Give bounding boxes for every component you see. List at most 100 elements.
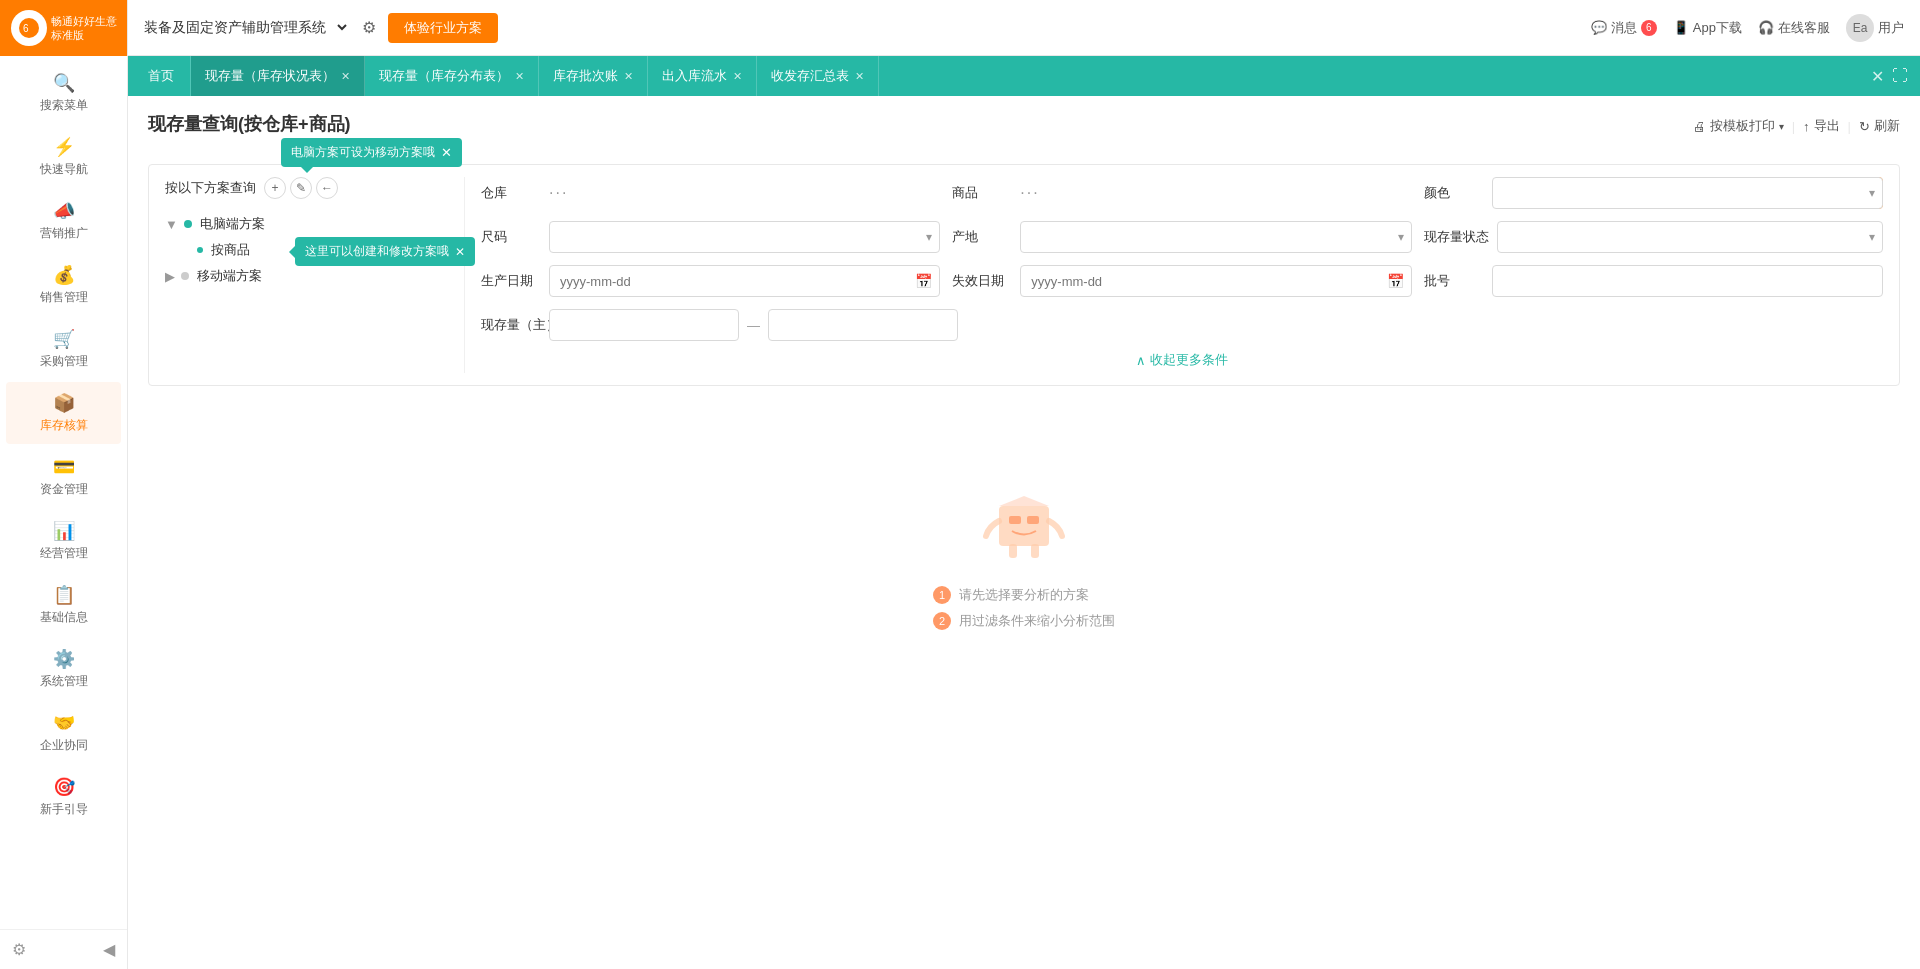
user-menu[interactable]: Ea 用户: [1846, 14, 1904, 42]
logo-icon: 6: [11, 10, 47, 46]
size-select[interactable]: [549, 221, 940, 253]
tab-batch-accounts[interactable]: 库存批次账 ✕: [539, 56, 648, 96]
filter-right: 仓库 ··· 商品 ··· 颜色: [465, 177, 1883, 373]
tab-receipt-summary[interactable]: 收发存汇总表 ✕: [757, 56, 879, 96]
batch-no-input[interactable]: [1492, 265, 1883, 297]
origin-select-wrapper: ▾: [1020, 221, 1411, 253]
prod-date-label: 生产日期: [481, 272, 541, 290]
scheme-mobile-group[interactable]: ▶ 移动端方案: [165, 263, 448, 289]
add-scheme-btn[interactable]: +: [264, 177, 286, 199]
box-icon: 📦: [53, 392, 75, 414]
print-icon: 🖨: [1693, 119, 1706, 134]
filter-item-color: 颜色 ▾: [1424, 177, 1883, 209]
print-template-btn[interactable]: 🖨 按模板打印 ▾: [1693, 117, 1784, 135]
filter-header-label: 按以下方案查询: [165, 179, 256, 197]
mobile-group-arrow: ▶: [165, 269, 175, 284]
tab-home[interactable]: 首页: [132, 56, 191, 96]
tab-inventory-distribution[interactable]: 现存量（库存分布表） ✕: [365, 56, 539, 96]
expiry-date-input[interactable]: [1020, 265, 1411, 297]
mobile-group-dot: [181, 272, 189, 280]
scheme-pc-group[interactable]: ▼ 电脑端方案: [165, 211, 448, 237]
app-download-btn[interactable]: 📱 App下载: [1673, 19, 1742, 37]
tab-close-inventory-distribution[interactable]: ✕: [515, 70, 524, 83]
export-icon: ↑: [1803, 119, 1810, 134]
prod-date-calendar-icon[interactable]: 📅: [915, 273, 932, 289]
export-btn[interactable]: ↑ 导出: [1803, 117, 1840, 135]
pc-group-arrow: ▼: [165, 217, 178, 232]
close-all-tabs-icon[interactable]: ✕: [1871, 67, 1884, 86]
collapse-sidebar-icon[interactable]: ◀: [103, 940, 115, 959]
filter-rows: 仓库 ··· 商品 ··· 颜色: [481, 177, 1883, 341]
svg-rect-6: [1031, 544, 1039, 558]
stock-status-select[interactable]: [1497, 221, 1883, 253]
trial-button[interactable]: 体验行业方案: [388, 13, 498, 43]
filter-item-stock-status: 现存量状态 ▾: [1424, 221, 1883, 253]
message-badge: 6: [1641, 20, 1657, 36]
svg-rect-5: [1009, 544, 1017, 558]
settings-icon[interactable]: ⚙: [362, 18, 376, 37]
sidebar-logo: 6 畅通好好生意 标准版: [0, 0, 127, 56]
tabbar-right-actions: ✕ ⛶: [1871, 67, 1916, 86]
sidebar-item-system[interactable]: ⚙️ 系统管理: [6, 638, 121, 700]
tab-inventory-status[interactable]: 现存量（库存状况表） ✕: [191, 56, 365, 96]
tab-in-out-flow[interactable]: 出入库流水 ✕: [648, 56, 757, 96]
goods-dots: ···: [1020, 184, 1039, 202]
sidebar-item-basic-info[interactable]: 📋 基础信息: [6, 574, 121, 636]
tab-close-batch-accounts[interactable]: ✕: [624, 70, 633, 83]
stock-status-select-wrapper: ▾: [1497, 221, 1883, 253]
stock-qty-max-input[interactable]: [768, 309, 958, 341]
edit-tooltip-close[interactable]: ✕: [455, 245, 465, 259]
prod-date-input[interactable]: [549, 265, 940, 297]
maximize-icon[interactable]: ⛶: [1892, 67, 1908, 85]
sidebar-item-enterprise[interactable]: 🤝 企业协同: [6, 702, 121, 764]
empty-steps: 1 请先选择要分析的方案 2 用过滤条件来缩小分析范围: [933, 586, 1115, 638]
tab-close-in-out-flow[interactable]: ✕: [733, 70, 742, 83]
scheme-tooltip-wrapper: 电脑方案可设为移动方案哦 ✕: [281, 138, 462, 167]
filter-item-size: 尺码 ▾: [481, 221, 940, 253]
color-label: 颜色: [1424, 184, 1484, 202]
back-scheme-btn[interactable]: ←: [316, 177, 338, 199]
origin-select[interactable]: [1020, 221, 1411, 253]
sidebar-item-newbie[interactable]: 🎯 新手引导: [6, 766, 121, 828]
filter-row-1: 仓库 ··· 商品 ··· 颜色: [481, 177, 1883, 209]
color-select[interactable]: [1492, 177, 1883, 209]
collapse-btn[interactable]: ∧ 收起更多条件: [1136, 351, 1228, 369]
chevron-down-icon: ▾: [1779, 121, 1784, 132]
message-btn[interactable]: 💬 消息 6: [1591, 19, 1657, 37]
online-service-btn[interactable]: 🎧 在线客服: [1758, 19, 1830, 37]
sidebar-item-finance[interactable]: 💳 资金管理: [6, 446, 121, 508]
sidebar-item-quick-nav[interactable]: ⚡ 快速导航: [6, 126, 121, 188]
logo-text: 畅通好好生意 标准版: [51, 14, 117, 43]
step-2-num: 2: [933, 612, 951, 630]
system-select[interactable]: [330, 18, 350, 36]
sidebar-item-search[interactable]: 🔍 搜索菜单: [6, 62, 121, 124]
tab-close-receipt-summary[interactable]: ✕: [855, 70, 864, 83]
scheme-tooltip: 电脑方案可设为移动方案哦 ✕: [281, 138, 462, 167]
scheme-tooltip-close[interactable]: ✕: [441, 145, 452, 160]
svg-point-0: [19, 18, 39, 38]
sidebar-item-operations[interactable]: 📊 经营管理: [6, 510, 121, 572]
expiry-date-calendar-icon[interactable]: 📅: [1387, 273, 1404, 289]
sidebar-item-inventory[interactable]: 📦 库存核算: [6, 382, 121, 444]
sidebar-item-sales[interactable]: 💰 销售管理: [6, 254, 121, 316]
sidebar-item-purchase[interactable]: 🛒 采购管理: [6, 318, 121, 380]
refresh-btn[interactable]: ↻ 刷新: [1859, 117, 1900, 135]
cart-icon: 🛒: [53, 328, 75, 350]
tabbar: 首页 现存量（库存状况表） ✕ 现存量（库存分布表） ✕ 库存批次账 ✕ 出入库…: [128, 56, 1920, 96]
edit-scheme-btn[interactable]: ✎ 电脑方案可设为移动方案哦 ✕: [290, 177, 312, 199]
color-select-wrapper: ▾: [1492, 177, 1883, 209]
service-icon: 🎧: [1758, 20, 1774, 35]
stock-qty-min-input[interactable]: [549, 309, 739, 341]
tab-close-inventory-status[interactable]: ✕: [341, 70, 350, 83]
avatar: Ea: [1846, 14, 1874, 42]
gear-icon: ⚙️: [53, 648, 75, 670]
stock-qty-label: 现存量（主）: [481, 316, 541, 334]
search-icon: 🔍: [53, 72, 75, 94]
chart-icon: 📊: [53, 520, 75, 542]
sidebar: 6 畅通好好生意 标准版 🔍 搜索菜单 ⚡ 快速导航 📣 营销推广 💰 销售管理…: [0, 0, 128, 969]
sidebar-item-marketing[interactable]: 📣 营销推广: [6, 190, 121, 252]
warehouse-label: 仓库: [481, 184, 541, 202]
card-icon: 💳: [53, 456, 75, 478]
topbar-right: 💬 消息 6 📱 App下载 🎧 在线客服 Ea 用户: [1591, 14, 1904, 42]
settings-footer-icon[interactable]: ⚙: [12, 940, 26, 959]
